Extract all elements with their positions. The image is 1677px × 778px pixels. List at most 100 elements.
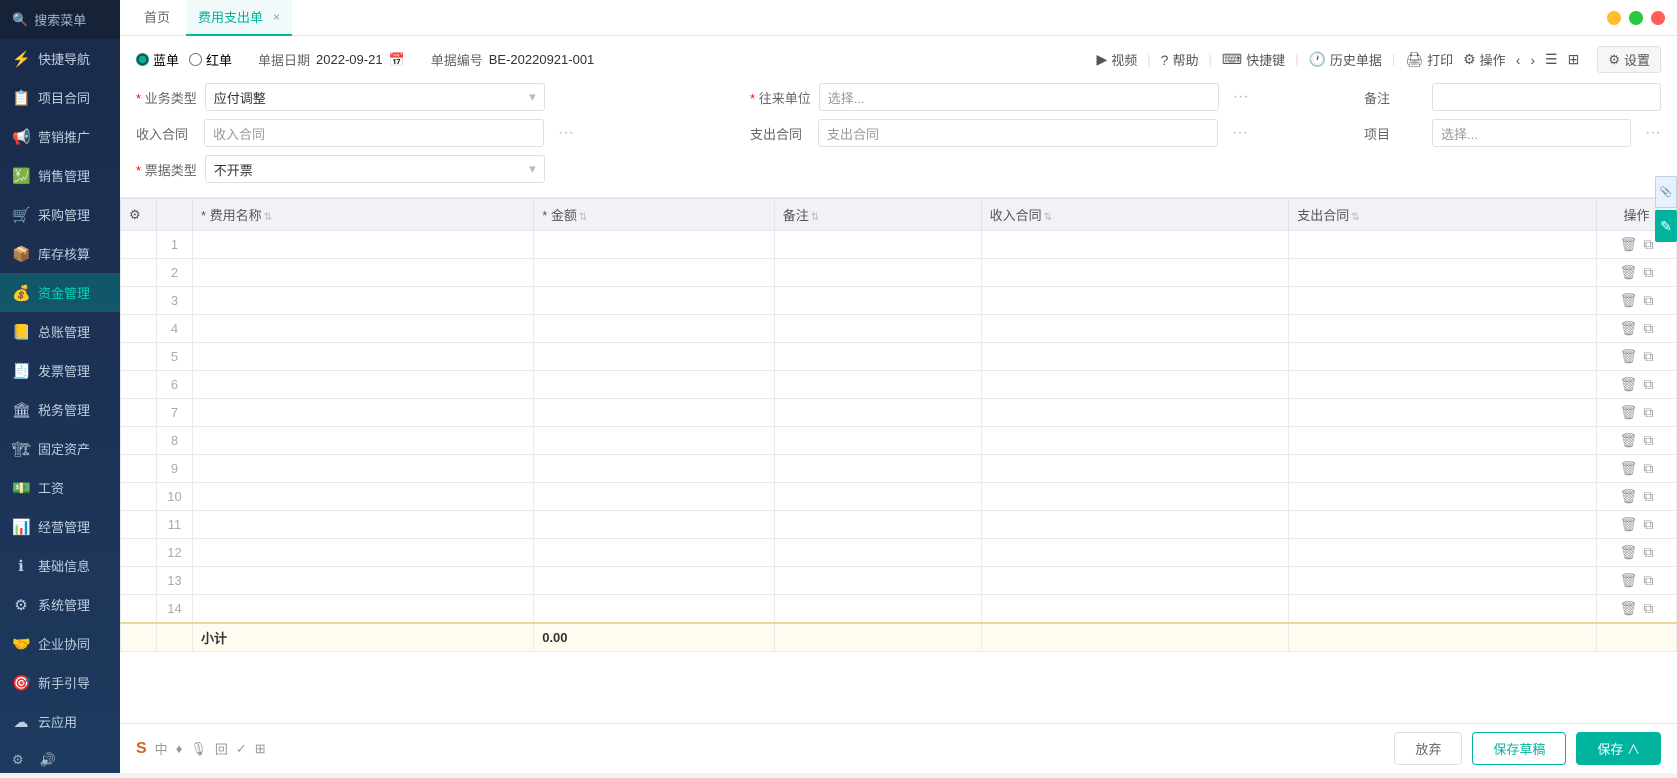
radio-red-input[interactable] [189,53,202,66]
expense-contract-1[interactable] [1289,231,1597,259]
expense-name-13[interactable] [193,567,534,595]
copy-icon-2[interactable]: ⧉ [1643,264,1653,281]
col-header-income-contract[interactable]: 收入合同⇅ [981,199,1289,231]
copy-icon-6[interactable]: ⧉ [1643,376,1653,393]
radio-blue-input[interactable] [136,53,149,66]
expense-name-9[interactable] [193,455,534,483]
note-2[interactable] [774,259,981,287]
business-type-select[interactable]: 应付调整 ▾ [205,83,545,111]
income-contract-13[interactable] [981,567,1289,595]
expense-contract-select[interactable]: 支出合同 [818,119,1218,147]
expense-name-14[interactable] [193,595,534,623]
expense-name-3[interactable] [193,287,534,315]
toolbar-action-video[interactable]: ▶ 视频 [1096,50,1137,69]
sidebar-item-invoice[interactable]: 🧾 发票管理 [0,351,120,390]
expense-name-10[interactable] [193,483,534,511]
calendar-icon[interactable]: 📅 [389,52,405,68]
copy-icon-12[interactable]: ⧉ [1643,544,1653,561]
expense-name-8[interactable] [193,427,534,455]
amount-13[interactable] [534,567,774,595]
expense-name-12[interactable] [193,539,534,567]
copy-icon-1[interactable]: ⧉ [1643,236,1653,253]
settings-button[interactable]: ⚙ 设置 [1597,46,1661,73]
expense-contract-more-icon[interactable]: ··· [1232,124,1248,142]
delete-icon-11[interactable]: 🗑 [1620,516,1638,533]
col-header-expense-contract[interactable]: 支出合同⇅ [1289,199,1597,231]
amount-11[interactable] [534,511,774,539]
window-minimize[interactable] [1607,11,1621,25]
toolbar-action-help[interactable]: ? 帮助 [1161,50,1199,69]
note-13[interactable] [774,567,981,595]
note-1[interactable] [774,231,981,259]
date-value[interactable]: 2022-09-21 [316,52,383,67]
tab-home[interactable]: 首页 [132,0,182,36]
col-header-amount[interactable]: * 金额⇅ [534,199,774,231]
note-12[interactable] [774,539,981,567]
income-contract-8[interactable] [981,427,1289,455]
income-contract-select[interactable]: 收入合同 [204,119,544,147]
note-4[interactable] [774,315,981,343]
copy-icon-10[interactable]: ⧉ [1643,488,1653,505]
expense-contract-10[interactable] [1289,483,1597,511]
toolbar-action-grid-view[interactable]: ⊞ [1568,51,1580,68]
toolbar-action-shortcut[interactable]: ⌨ 快捷键 [1222,50,1285,69]
amount-9[interactable] [534,455,774,483]
tab-expense[interactable]: 费用支出单× [186,0,292,36]
copy-icon-11[interactable]: ⧉ [1643,516,1653,533]
expense-contract-8[interactable] [1289,427,1597,455]
expense-name-7[interactable] [193,399,534,427]
expense-contract-5[interactable] [1289,343,1597,371]
copy-icon-3[interactable]: ⧉ [1643,292,1653,309]
toolbar-action-next[interactable]: › [1530,52,1535,68]
sidebar-item-quick-nav[interactable]: ⚡ 快捷导航 [0,39,120,78]
copy-icon-5[interactable]: ⧉ [1643,348,1653,365]
amount-7[interactable] [534,399,774,427]
expense-name-2[interactable] [193,259,534,287]
delete-icon-1[interactable]: 🗑 [1620,236,1638,253]
income-contract-14[interactable] [981,595,1289,623]
expense-contract-7[interactable] [1289,399,1597,427]
toolbar-action-print[interactable]: 🖨 打印 [1405,50,1453,69]
copy-icon-4[interactable]: ⧉ [1643,320,1653,337]
float-btn-2[interactable]: ✎ [1655,210,1677,242]
tab-close-expense[interactable]: × [273,10,280,24]
income-contract-11[interactable] [981,511,1289,539]
expense-contract-3[interactable] [1289,287,1597,315]
note-7[interactable] [774,399,981,427]
save-draft-button[interactable]: 保存草稿 [1472,732,1566,765]
float-btn-1[interactable]: 📎 [1655,176,1677,208]
income-contract-10[interactable] [981,483,1289,511]
window-maximize[interactable] [1629,11,1643,25]
sidebar-item-system[interactable]: ⚙ 系统管理 [0,585,120,624]
sidebar-item-purchase[interactable]: 🛒 采购管理 [0,195,120,234]
delete-icon-3[interactable]: 🗑 [1620,292,1638,309]
income-contract-12[interactable] [981,539,1289,567]
delete-icon-2[interactable]: 🗑 [1620,264,1638,281]
sidebar-item-fixed-assets[interactable]: 🏗 固定资产 [0,429,120,468]
delete-icon-5[interactable]: 🗑 [1620,348,1638,365]
income-contract-4[interactable] [981,315,1289,343]
sidebar-item-capital[interactable]: 💰 资金管理 [0,273,120,312]
sidebar-item-operations[interactable]: 📊 经营管理 [0,507,120,546]
discard-button[interactable]: 放弃 [1394,732,1462,765]
sidebar-search[interactable]: 🔍 搜索菜单 [0,0,120,39]
expense-contract-9[interactable] [1289,455,1597,483]
copy-icon-9[interactable]: ⧉ [1643,460,1653,477]
amount-3[interactable] [534,287,774,315]
copy-icon-7[interactable]: ⧉ [1643,404,1653,421]
expense-contract-4[interactable] [1289,315,1597,343]
project-select[interactable]: 选择... [1432,119,1631,147]
note-input[interactable] [1432,83,1661,111]
sidebar-item-inventory[interactable]: 📦 库存核算 [0,234,120,273]
copy-icon-14[interactable]: ⧉ [1643,600,1653,617]
audio-icon[interactable]: 🔊 [40,752,56,768]
sidebar-item-project-contract[interactable]: 📋 项目合同 [0,78,120,117]
toolbar-action-history[interactable]: 🕐 历史单据 [1308,50,1381,69]
expense-contract-11[interactable] [1289,511,1597,539]
radio-red-label[interactable]: 红单 [189,50,232,69]
delete-icon-14[interactable]: 🗑 [1620,600,1638,617]
sidebar-item-enterprise[interactable]: 🤝 企业协同 [0,624,120,663]
delete-icon-6[interactable]: 🗑 [1620,376,1638,393]
toolbar-action-list-view[interactable]: ☰ [1545,51,1558,68]
project-more-icon[interactable]: ··· [1645,124,1661,142]
